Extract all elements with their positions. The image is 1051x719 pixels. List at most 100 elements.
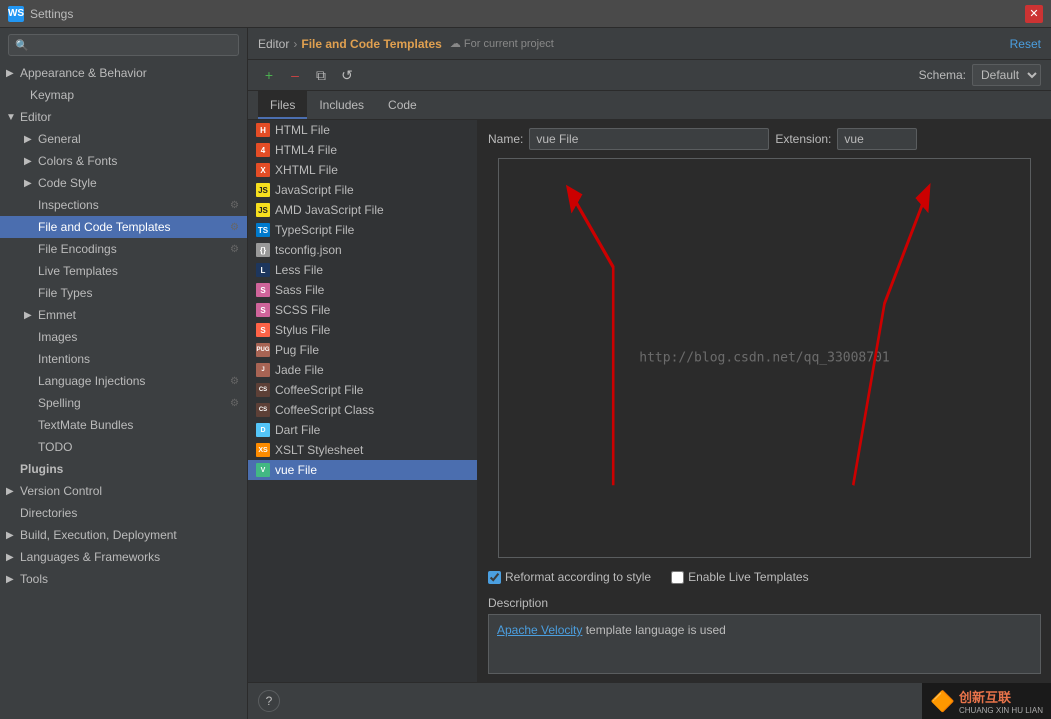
sidebar-label-tools: Tools (20, 572, 48, 586)
sidebar-label-build-exec: Build, Execution, Deployment (20, 528, 177, 542)
sidebar-label-file-types: File Types (38, 286, 92, 300)
copy-button[interactable]: ⧉ (310, 64, 332, 86)
title-bar: WS Settings ✕ (0, 0, 1051, 28)
file-item-vue-file[interactable]: V vue File (248, 460, 477, 480)
sidebar-item-plugins[interactable]: Plugins (0, 458, 247, 480)
expand-arrow-build-exec: ▶ (6, 530, 16, 540)
sidebar-item-images[interactable]: Images (0, 326, 247, 348)
file-item-sass-file[interactable]: S Sass File (248, 280, 477, 300)
file-item-pug-file[interactable]: PUG Pug File (248, 340, 477, 360)
sidebar-item-editor[interactable]: ▼Editor (0, 106, 247, 128)
file-item-dart-file[interactable]: D Dart File (248, 420, 477, 440)
reformat-checkbox[interactable] (488, 571, 501, 584)
file-item-xhtml-file[interactable]: X XHTML File (248, 160, 477, 180)
sidebar-item-keymap[interactable]: Keymap (0, 84, 247, 106)
sidebar-label-editor: Editor (20, 110, 51, 124)
schema-select[interactable]: Default Project (972, 64, 1041, 86)
help-button[interactable]: ? (258, 690, 280, 712)
tab-code[interactable]: Code (376, 91, 429, 119)
sidebar-item-file-encodings[interactable]: File Encodings⚙ (0, 238, 247, 260)
sidebar-label-language-injections: Language Injections (38, 374, 145, 388)
sidebar-item-file-types[interactable]: File Types (0, 282, 247, 304)
sidebar-item-inspections[interactable]: Inspections⚙ (0, 194, 247, 216)
sidebar-label-inspections: Inspections (38, 198, 99, 212)
description-label: Description (488, 596, 1041, 610)
file-icon-tsconfig-json: {} (256, 243, 270, 257)
file-item-tsconfig-json[interactable]: {} tsconfig.json (248, 240, 477, 260)
sidebar-label-directories: Directories (20, 506, 77, 520)
file-item-scss-file[interactable]: S SCSS File (248, 300, 477, 320)
expand-arrow-appearance: ▶ (6, 68, 16, 78)
sidebar-item-file-code-templates[interactable]: File and Code Templates⚙ (0, 216, 247, 238)
sidebar-item-version-control[interactable]: ▶Version Control (0, 480, 247, 502)
file-icon-coffeescript-file: CS (256, 383, 270, 397)
expand-arrow-colors-fonts: ▶ (24, 156, 34, 166)
sidebar-item-languages[interactable]: ▶Languages & Frameworks (0, 546, 247, 568)
sidebar-item-todo[interactable]: TODO (0, 436, 247, 458)
reformat-label: Reformat according to style (505, 570, 651, 584)
sidebar-item-live-templates[interactable]: Live Templates (0, 260, 247, 282)
file-item-javascript-file[interactable]: JS JavaScript File (248, 180, 477, 200)
sidebar-item-intentions[interactable]: Intentions (0, 348, 247, 370)
name-input[interactable] (529, 128, 769, 150)
tab-includes[interactable]: Includes (307, 91, 376, 119)
sidebar-item-textmate-bundles[interactable]: TextMate Bundles (0, 414, 247, 436)
add-button[interactable]: + (258, 64, 280, 86)
sidebar-label-languages: Languages & Frameworks (20, 550, 160, 564)
brand-subtext: CHUANG XIN HU LIAN (959, 706, 1043, 715)
search-box[interactable]: 🔍 (8, 34, 239, 56)
live-templates-checkbox[interactable] (671, 571, 684, 584)
sidebar-item-tools[interactable]: ▶Tools (0, 568, 247, 590)
remove-button[interactable]: – (284, 64, 306, 86)
apache-velocity-link[interactable]: Apache Velocity (497, 623, 582, 637)
file-item-stylus-file[interactable]: S Stylus File (248, 320, 477, 340)
file-item-amd-javascript-file[interactable]: JS AMD JavaScript File (248, 200, 477, 220)
sidebar-item-appearance[interactable]: ▶ Appearance & Behavior (0, 62, 247, 84)
file-item-html4-file[interactable]: 4 HTML4 File (248, 140, 477, 160)
file-item-jade-file[interactable]: J Jade File (248, 360, 477, 380)
file-item-less-file[interactable]: L Less File (248, 260, 477, 280)
breadcrumb-current: File and Code Templates (301, 37, 441, 51)
sidebar: 🔍 ▶ Appearance & Behavior Keymap▼Editor▶Ge… (0, 28, 248, 719)
sidebar-item-colors-fonts[interactable]: ▶Colors & Fonts (0, 150, 247, 172)
search-input[interactable] (33, 38, 232, 52)
file-icon-coffeescript-class: CS (256, 403, 270, 417)
file-label-dart-file: Dart File (275, 423, 320, 437)
description-rest: template language is used (582, 623, 725, 637)
file-item-coffeescript-file[interactable]: CS CoffeeScript File (248, 380, 477, 400)
search-icon: 🔍 (15, 39, 29, 52)
file-icon-vue-file: V (256, 463, 270, 477)
brand-watermark: 🔶 创新互联 CHUANG XIN HU LIAN (922, 683, 1051, 719)
file-label-coffeescript-class: CoffeeScript Class (275, 403, 374, 417)
name-ext-bar: Name: Extension: (478, 120, 1051, 158)
file-item-html-file[interactable]: H HTML File (248, 120, 477, 140)
file-label-xslt-stylesheet: XSLT Stylesheet (275, 443, 363, 457)
sidebar-item-code-style[interactable]: ▶Code Style (0, 172, 247, 194)
sidebar-item-general[interactable]: ▶General (0, 128, 247, 150)
extension-input[interactable] (837, 128, 917, 150)
file-item-xslt-stylesheet[interactable]: XS XSLT Stylesheet (248, 440, 477, 460)
tab-files[interactable]: Files (258, 91, 307, 119)
extension-label: Extension: (775, 132, 831, 146)
file-icon-dart-file: D (256, 423, 270, 437)
sidebar-item-spelling[interactable]: Spelling⚙ (0, 392, 247, 414)
file-item-typescript-file[interactable]: TS TypeScript File (248, 220, 477, 240)
file-item-coffeescript-class[interactable]: CS CoffeeScript Class (248, 400, 477, 420)
watermark-text: http://blog.csdn.net/qq_33008701 (639, 351, 889, 366)
toolbar: + – ⧉ ↺ Schema: Default Project (248, 60, 1051, 91)
reformat-checkbox-item[interactable]: Reformat according to style (488, 570, 651, 584)
sidebar-label-appearance: Appearance & Behavior (20, 66, 147, 80)
file-label-xhtml-file: XHTML File (275, 163, 338, 177)
sidebar-item-directories[interactable]: Directories (0, 502, 247, 524)
reset-button[interactable]: Reset (1010, 37, 1041, 51)
close-button[interactable]: ✕ (1025, 5, 1043, 23)
sidebar-label-emmet: Emmet (38, 308, 76, 322)
sidebar-label-plugins: Plugins (20, 462, 63, 476)
code-editor[interactable]: http://blog.csdn.net/qq_33008701 (498, 158, 1031, 558)
sidebar-item-language-injections[interactable]: Language Injections⚙ (0, 370, 247, 392)
reset-template-button[interactable]: ↺ (336, 64, 358, 86)
sidebar-item-build-exec[interactable]: ▶ Build, Execution, Deployment (0, 524, 247, 546)
live-templates-checkbox-item[interactable]: Enable Live Templates (671, 570, 809, 584)
file-icon-javascript-file: JS (256, 183, 270, 197)
sidebar-item-emmet[interactable]: ▶Emmet (0, 304, 247, 326)
